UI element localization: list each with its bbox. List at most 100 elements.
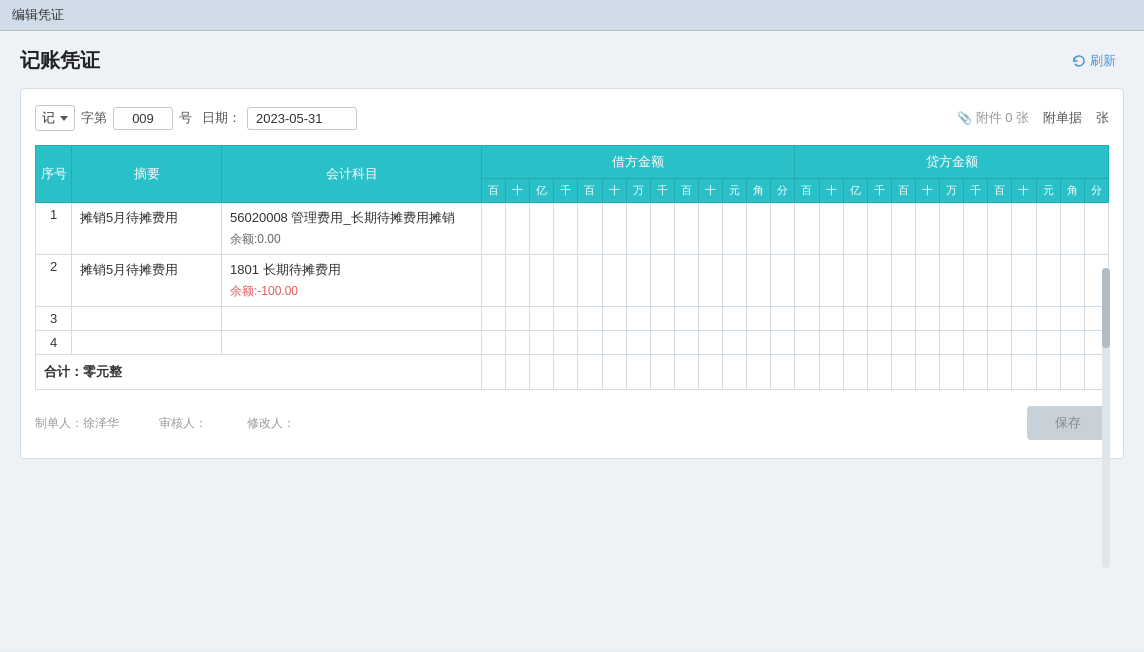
- cell-credit-3-4[interactable]: [891, 331, 915, 355]
- cell-account-2[interactable]: [222, 307, 482, 331]
- cell-credit-0-1[interactable]: [819, 203, 843, 255]
- date-input[interactable]: [247, 107, 357, 130]
- cell-credit-0-11[interactable]: [1060, 203, 1084, 255]
- cell-credit-3-7[interactable]: [964, 331, 988, 355]
- cell-debit-3-1[interactable]: [506, 331, 530, 355]
- cell-debit-1-11[interactable]: [747, 255, 771, 307]
- cell-credit-0-12[interactable]: [1084, 203, 1108, 255]
- cell-credit-3-2[interactable]: [843, 331, 867, 355]
- cell-debit-2-8[interactable]: [674, 307, 698, 331]
- cell-credit-3-6[interactable]: [940, 331, 964, 355]
- cell-credit-0-9[interactable]: [1012, 203, 1036, 255]
- cell-credit-0-8[interactable]: [988, 203, 1012, 255]
- cell-debit-0-4[interactable]: [578, 203, 602, 255]
- cell-credit-1-9[interactable]: [1012, 255, 1036, 307]
- cell-debit-2-12[interactable]: [771, 307, 795, 331]
- cell-debit-2-11[interactable]: [747, 307, 771, 331]
- cell-credit-0-2[interactable]: [843, 203, 867, 255]
- cell-credit-1-2[interactable]: [843, 255, 867, 307]
- cell-debit-1-2[interactable]: [530, 255, 554, 307]
- cell-debit-2-7[interactable]: [650, 307, 674, 331]
- refresh-button[interactable]: 刷新: [1064, 48, 1124, 74]
- cell-debit-1-6[interactable]: [626, 255, 650, 307]
- cell-debit-0-10[interactable]: [723, 203, 747, 255]
- cell-debit-2-6[interactable]: [626, 307, 650, 331]
- cell-debit-3-0[interactable]: [482, 331, 506, 355]
- cell-credit-2-11[interactable]: [1060, 307, 1084, 331]
- cell-debit-3-7[interactable]: [650, 331, 674, 355]
- cell-summary-2[interactable]: [72, 307, 222, 331]
- cell-credit-2-4[interactable]: [891, 307, 915, 331]
- cell-credit-3-8[interactable]: [988, 331, 1012, 355]
- cell-debit-1-3[interactable]: [554, 255, 578, 307]
- cell-debit-2-5[interactable]: [602, 307, 626, 331]
- cell-credit-0-6[interactable]: [940, 203, 964, 255]
- cell-debit-3-6[interactable]: [626, 331, 650, 355]
- cell-summary-0[interactable]: 摊销5月待摊费用: [72, 203, 222, 255]
- cell-debit-3-8[interactable]: [674, 331, 698, 355]
- cell-credit-0-5[interactable]: [915, 203, 939, 255]
- save-button[interactable]: 保存: [1027, 406, 1109, 440]
- cell-credit-3-3[interactable]: [867, 331, 891, 355]
- cell-summary-1[interactable]: 摊销5月待摊费用: [72, 255, 222, 307]
- cell-debit-3-10[interactable]: [723, 331, 747, 355]
- cell-credit-2-1[interactable]: [819, 307, 843, 331]
- cell-debit-0-11[interactable]: [747, 203, 771, 255]
- cell-debit-1-5[interactable]: [602, 255, 626, 307]
- cell-debit-1-9[interactable]: [698, 255, 722, 307]
- cell-credit-1-0[interactable]: [795, 255, 819, 307]
- cell-debit-1-1[interactable]: [506, 255, 530, 307]
- cell-debit-3-2[interactable]: [530, 331, 554, 355]
- cell-credit-1-11[interactable]: [1060, 255, 1084, 307]
- cell-credit-1-8[interactable]: [988, 255, 1012, 307]
- cell-credit-3-10[interactable]: [1036, 331, 1060, 355]
- cell-debit-1-8[interactable]: [674, 255, 698, 307]
- cell-credit-1-4[interactable]: [891, 255, 915, 307]
- cell-debit-2-10[interactable]: [723, 307, 747, 331]
- cell-debit-0-6[interactable]: [626, 203, 650, 255]
- cell-credit-0-4[interactable]: [891, 203, 915, 255]
- cell-credit-3-1[interactable]: [819, 331, 843, 355]
- cell-credit-3-0[interactable]: [795, 331, 819, 355]
- cell-debit-0-7[interactable]: [650, 203, 674, 255]
- cell-debit-1-10[interactable]: [723, 255, 747, 307]
- cell-debit-0-2[interactable]: [530, 203, 554, 255]
- cell-debit-0-12[interactable]: [771, 203, 795, 255]
- cell-credit-0-7[interactable]: [964, 203, 988, 255]
- cell-debit-2-9[interactable]: [698, 307, 722, 331]
- cell-credit-1-10[interactable]: [1036, 255, 1060, 307]
- attach-doc-btn[interactable]: 附单据: [1043, 109, 1082, 127]
- cell-debit-3-11[interactable]: [747, 331, 771, 355]
- cell-credit-3-5[interactable]: [915, 331, 939, 355]
- cell-debit-0-0[interactable]: [482, 203, 506, 255]
- cell-credit-1-5[interactable]: [915, 255, 939, 307]
- cell-debit-2-2[interactable]: [530, 307, 554, 331]
- cell-debit-3-4[interactable]: [578, 331, 602, 355]
- cell-debit-1-4[interactable]: [578, 255, 602, 307]
- cell-debit-2-3[interactable]: [554, 307, 578, 331]
- cell-credit-2-7[interactable]: [964, 307, 988, 331]
- cell-credit-2-10[interactable]: [1036, 307, 1060, 331]
- cell-credit-1-7[interactable]: [964, 255, 988, 307]
- cell-credit-2-9[interactable]: [1012, 307, 1036, 331]
- cell-debit-0-3[interactable]: [554, 203, 578, 255]
- cell-credit-2-2[interactable]: [843, 307, 867, 331]
- cell-credit-2-8[interactable]: [988, 307, 1012, 331]
- cell-account-0[interactable]: 56020008 管理费用_长期待摊费用摊销余额:0.00: [222, 203, 482, 255]
- cell-debit-0-9[interactable]: [698, 203, 722, 255]
- cell-account-3[interactable]: [222, 331, 482, 355]
- cell-credit-0-3[interactable]: [867, 203, 891, 255]
- cell-debit-2-1[interactable]: [506, 307, 530, 331]
- cell-credit-3-9[interactable]: [1012, 331, 1036, 355]
- cell-account-1[interactable]: 1801 长期待摊费用余额:-100.00: [222, 255, 482, 307]
- cell-debit-0-5[interactable]: [602, 203, 626, 255]
- cell-credit-3-11[interactable]: [1060, 331, 1084, 355]
- cell-credit-2-5[interactable]: [915, 307, 939, 331]
- voucher-type-select[interactable]: 记: [35, 105, 75, 131]
- cell-debit-3-9[interactable]: [698, 331, 722, 355]
- cell-debit-2-0[interactable]: [482, 307, 506, 331]
- cell-credit-1-1[interactable]: [819, 255, 843, 307]
- cell-credit-2-3[interactable]: [867, 307, 891, 331]
- cell-debit-0-1[interactable]: [506, 203, 530, 255]
- cell-credit-2-0[interactable]: [795, 307, 819, 331]
